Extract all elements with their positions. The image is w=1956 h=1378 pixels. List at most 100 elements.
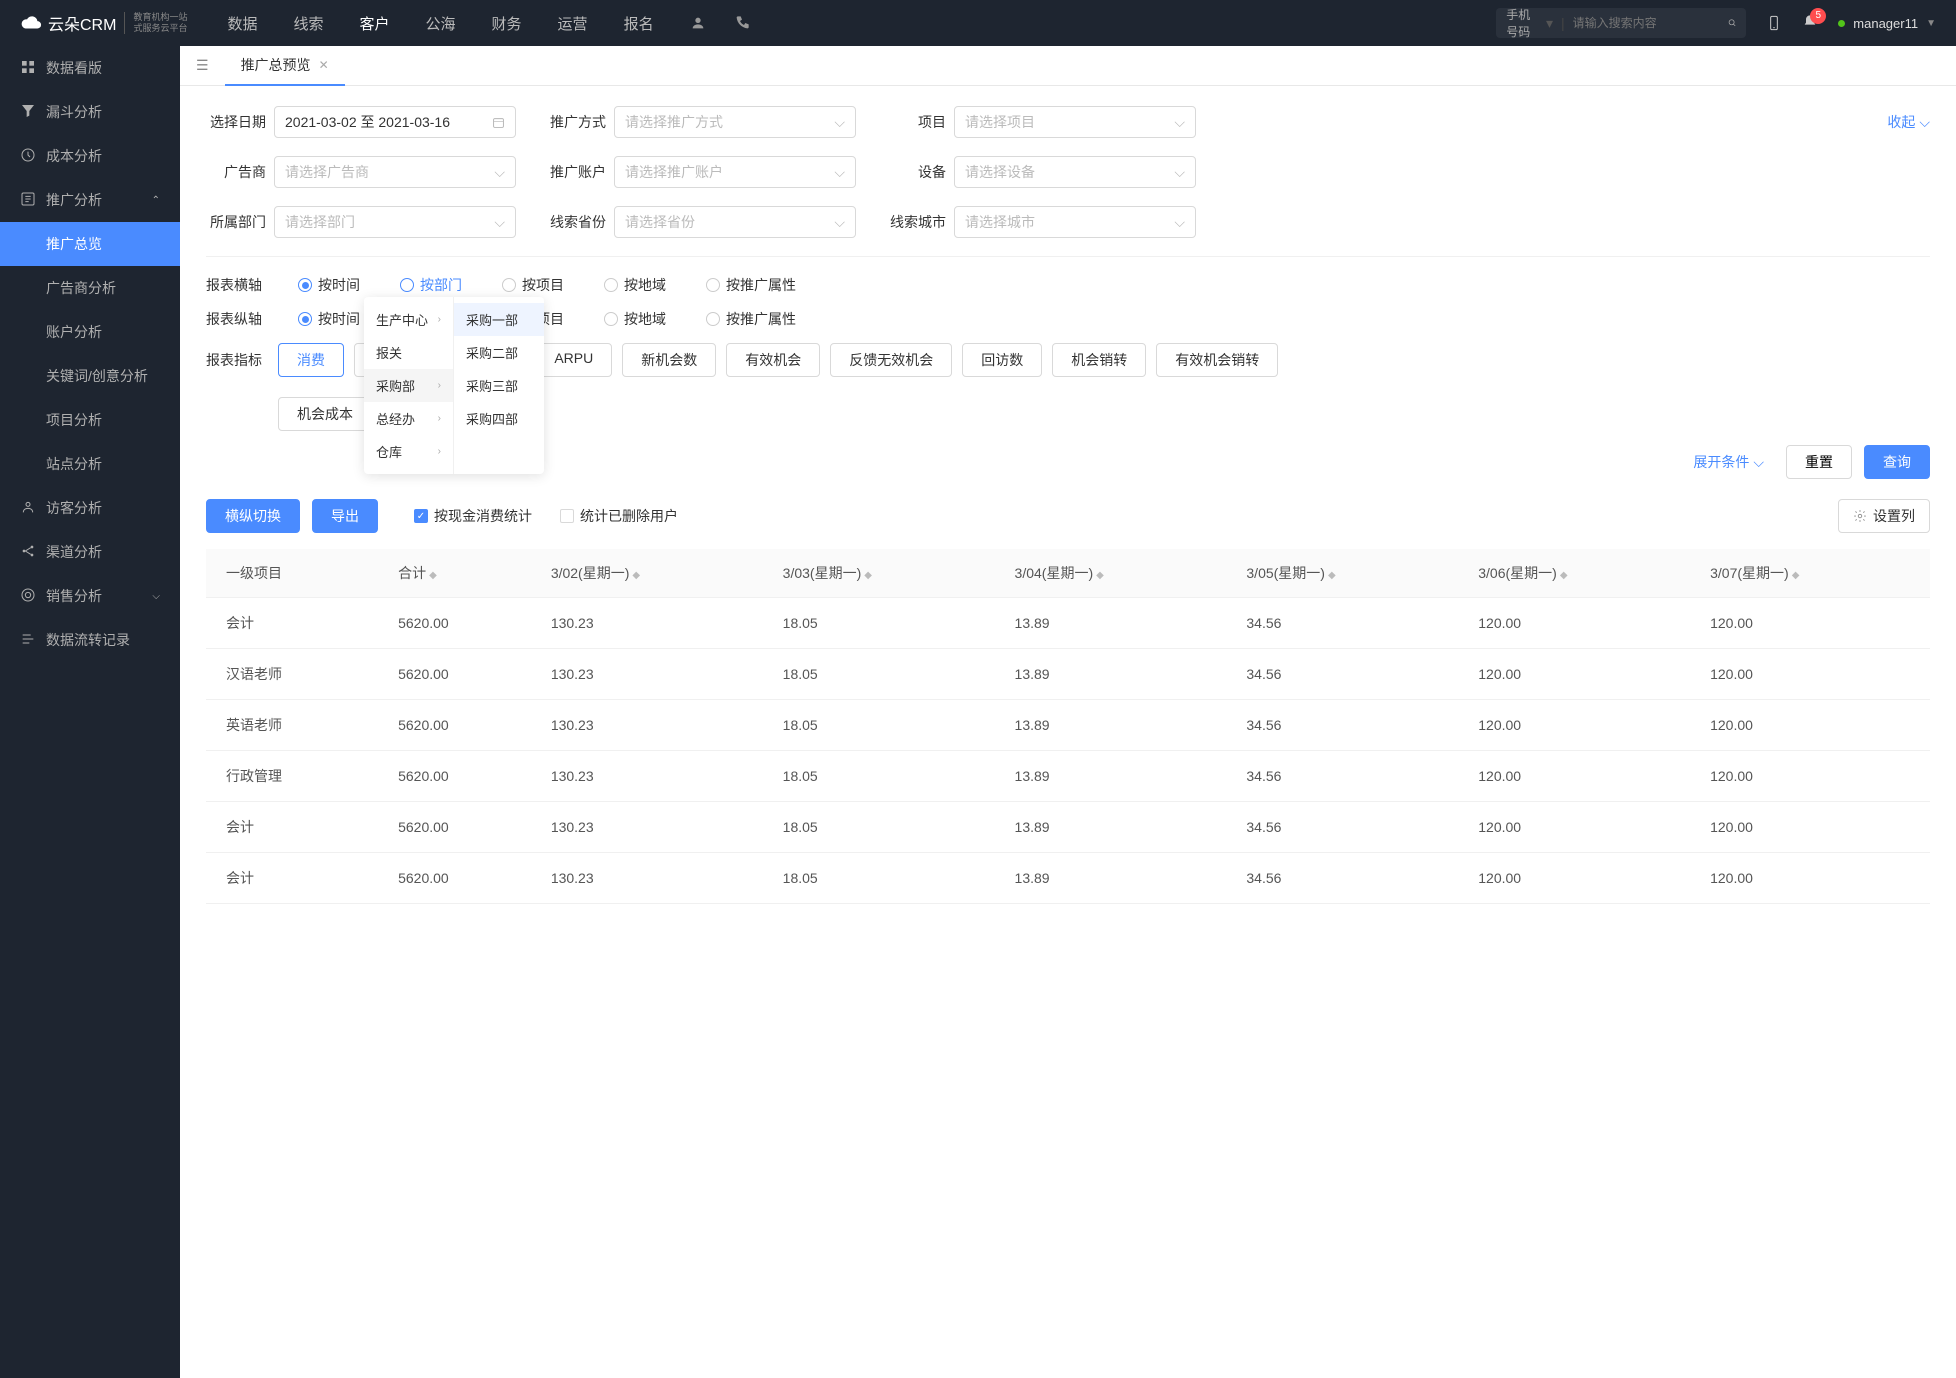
metric-tag[interactable]: 机会销转	[1052, 343, 1146, 377]
sidebar-item[interactable]: 数据流转记录	[0, 618, 180, 662]
metric-tag[interactable]: 有效机会	[726, 343, 820, 377]
collapse-link[interactable]: 收起⌵	[1887, 112, 1930, 132]
chevron-down-icon: ⌵	[494, 214, 505, 231]
radio-option[interactable]: 按推广属性	[706, 309, 796, 329]
topnav-item[interactable]: 数据	[227, 13, 257, 34]
account-select[interactable]: 请选择推广账户⌵	[614, 156, 856, 188]
table-cell: 120.00	[1466, 700, 1698, 751]
promo-icon	[20, 191, 36, 210]
cash-stat-checkbox[interactable]: 按现金消费统计	[414, 506, 532, 526]
sidebar-subitem[interactable]: 项目分析	[0, 398, 180, 442]
cascade-item[interactable]: 仓库›	[364, 435, 453, 468]
expand-conditions-link[interactable]: 展开条件⌵	[1693, 452, 1764, 472]
metric-tag[interactable]: 回访数	[962, 343, 1042, 377]
radio-option[interactable]: 按地域	[604, 309, 666, 329]
sidebar-item[interactable]: 访客分析	[0, 486, 180, 530]
mobile-icon[interactable]	[1766, 15, 1782, 31]
toggle-axis-button[interactable]: 横纵切换	[206, 499, 300, 533]
cascade-item[interactable]: 总经办›	[364, 402, 453, 435]
gear-icon	[1853, 509, 1867, 523]
global-search[interactable]: 手机号码 ▾ |	[1496, 8, 1746, 38]
table-cell: 120.00	[1698, 700, 1930, 751]
sidebar-subitem[interactable]: 广告商分析	[0, 266, 180, 310]
radio-option[interactable]: 按项目	[502, 275, 564, 295]
metric-tag[interactable]: 有效机会销转	[1156, 343, 1278, 377]
deleted-stat-checkbox[interactable]: 统计已删除用户	[560, 506, 678, 526]
chevron-down-icon: ⌵	[834, 164, 845, 181]
topnav-item[interactable]: 报名	[624, 13, 654, 34]
table-cell: 13.89	[1003, 598, 1235, 649]
advertiser-select[interactable]: 请选择广告商⌵	[274, 156, 516, 188]
table-header[interactable]: 一级项目	[206, 549, 386, 598]
sidebar-item[interactable]: 渠道分析	[0, 530, 180, 574]
cascade-item[interactable]: 生产中心›	[364, 303, 453, 336]
promo-method-select[interactable]: 请选择推广方式⌵	[614, 106, 856, 138]
radio-option[interactable]: 按时间	[298, 309, 360, 329]
radio-icon	[604, 312, 618, 326]
sidebar-item[interactable]: 漏斗分析	[0, 90, 180, 134]
user-menu[interactable]: manager11 ▼	[1838, 16, 1936, 31]
radio-option[interactable]: 按推广属性	[706, 275, 796, 295]
table-header[interactable]: 3/05(星期一)◆	[1234, 549, 1466, 598]
project-select[interactable]: 请选择项目⌵	[954, 106, 1196, 138]
query-button[interactable]: 查询	[1864, 445, 1930, 479]
topnav-item[interactable]: 财务	[492, 13, 522, 34]
table-header[interactable]: 3/02(星期一)◆	[539, 549, 771, 598]
table-header[interactable]: 3/06(星期一)◆	[1466, 549, 1698, 598]
province-select[interactable]: 请选择省份⌵	[614, 206, 856, 238]
cascade-item[interactable]: 采购四部	[454, 402, 544, 435]
search-input[interactable]	[1573, 16, 1728, 30]
topnav-item[interactable]: 客户	[360, 13, 390, 34]
sidebar-subitem[interactable]: 账户分析	[0, 310, 180, 354]
topnav-item[interactable]: 线索	[293, 13, 323, 34]
phone-icon[interactable]	[734, 15, 750, 31]
device-select[interactable]: 请选择设备⌵	[954, 156, 1196, 188]
sidebar-item-label: 推广分析	[46, 190, 102, 210]
metric-tag[interactable]: 机会成本	[278, 397, 372, 431]
table-cell: 汉语老师	[206, 649, 386, 700]
radio-icon	[298, 278, 312, 292]
chevron-right-icon: ›	[438, 446, 441, 457]
sidebar-item[interactable]: 推广分析 ⌃	[0, 178, 180, 222]
sidebar-item[interactable]: 销售分析⌵	[0, 574, 180, 618]
export-button[interactable]: 导出	[312, 499, 378, 533]
table-header[interactable]: 3/07(星期一)◆	[1698, 549, 1930, 598]
city-select[interactable]: 请选择城市⌵	[954, 206, 1196, 238]
table-header[interactable]: 3/03(星期一)◆	[771, 549, 1003, 598]
close-icon[interactable]: ✕	[319, 58, 329, 72]
cascade-item[interactable]: 采购三部	[454, 369, 544, 402]
radio-option[interactable]: 按时间	[298, 275, 360, 295]
dept-select[interactable]: 请选择部门⌵	[274, 206, 516, 238]
columns-button[interactable]: 设置列	[1838, 499, 1930, 533]
metric-tag[interactable]: ARPU	[535, 343, 612, 377]
cascade-item[interactable]: 采购部›	[364, 369, 453, 402]
sidebar-subitem[interactable]: 关键词/创意分析	[0, 354, 180, 398]
user-icon[interactable]	[690, 15, 706, 31]
sidebar-subitem[interactable]: 推广总览	[0, 222, 180, 266]
table-cell: 120.00	[1466, 649, 1698, 700]
cascade-item[interactable]: 采购二部	[454, 336, 544, 369]
tab-promo-overview[interactable]: 推广总预览 ✕	[225, 46, 345, 86]
search-icon[interactable]	[1728, 16, 1737, 30]
metric-tag[interactable]: 新机会数	[622, 343, 716, 377]
sidebar-subitem[interactable]: 站点分析	[0, 442, 180, 486]
sidebar-item-label: 漏斗分析	[46, 102, 102, 122]
topnav-item[interactable]: 公海	[426, 13, 456, 34]
sidebar-item[interactable]: 数据看版	[0, 46, 180, 90]
radio-option[interactable]: 按部门	[400, 275, 462, 295]
cascade-item[interactable]: 采购一部	[454, 303, 544, 336]
cascade-item[interactable]: 报关	[364, 336, 453, 369]
sidebar-toggle-icon[interactable]: ☰	[196, 57, 209, 74]
metric-tag[interactable]: 消费	[278, 343, 344, 377]
bell-icon[interactable]: 5	[1802, 14, 1818, 33]
reset-button[interactable]: 重置	[1786, 445, 1852, 479]
chevron-up-icon: ⌃	[152, 195, 160, 206]
table-header[interactable]: 合计◆	[386, 549, 539, 598]
funnel-icon	[20, 103, 36, 122]
radio-option[interactable]: 按地域	[604, 275, 666, 295]
table-header[interactable]: 3/04(星期一)◆	[1003, 549, 1235, 598]
sidebar-item[interactable]: 成本分析	[0, 134, 180, 178]
metric-tag[interactable]: 反馈无效机会	[830, 343, 952, 377]
topnav-item[interactable]: 运营	[558, 13, 588, 34]
date-range-picker[interactable]: 2021-03-02 至 2021-03-16	[274, 106, 516, 138]
